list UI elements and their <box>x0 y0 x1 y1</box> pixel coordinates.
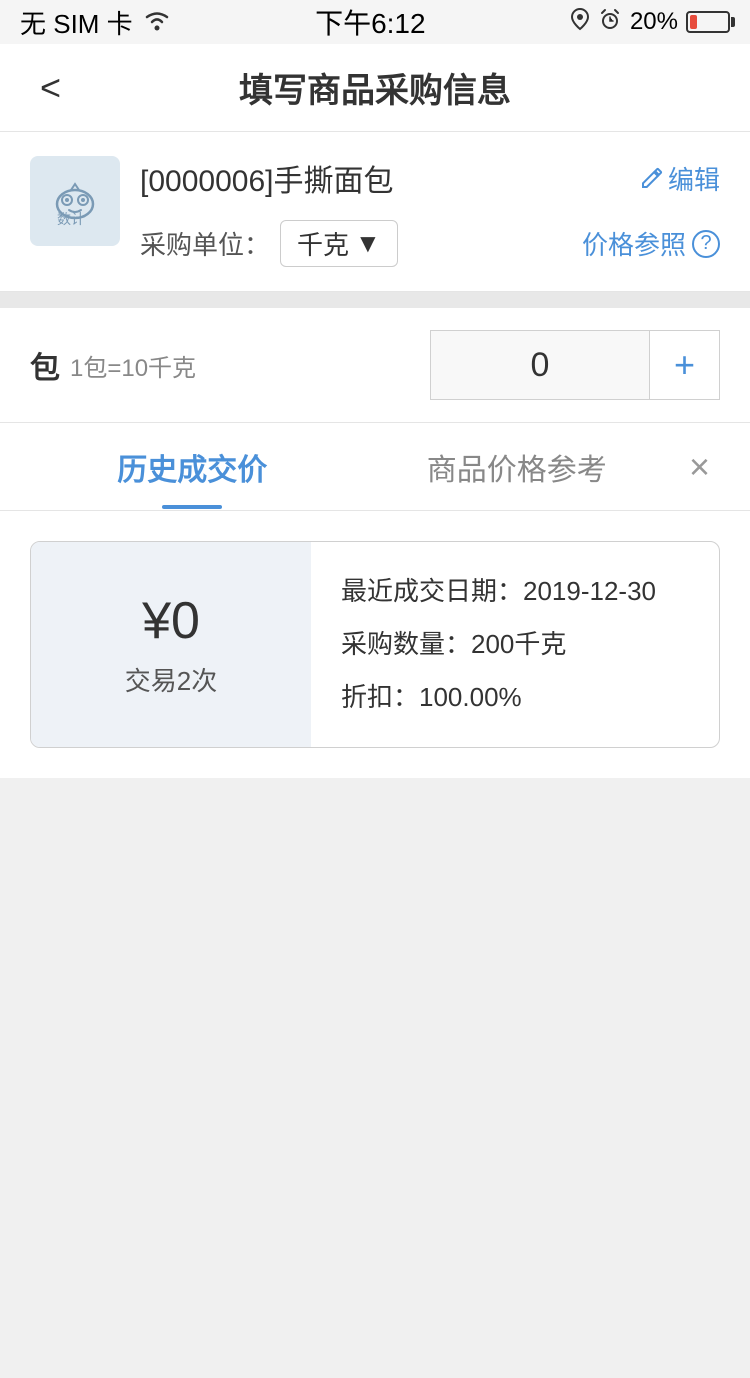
history-card: ¥0 交易2次 最近成交日期：2019-12-30 采购数量：200千克 折扣：… <box>30 541 720 748</box>
wifi-icon <box>143 7 171 38</box>
discount-value: 100.00% <box>419 682 522 712</box>
carrier-text: 无 SIM 卡 <box>20 4 133 41</box>
dropdown-arrow-icon: ▼ <box>355 228 381 259</box>
recent-date-row: 最近成交日期：2019-12-30 <box>341 572 689 611</box>
product-title-row: [0000006]手撕面包 编辑 <box>140 156 720 200</box>
unit-dropdown[interactable]: 千克 ▼ <box>280 220 398 267</box>
product-info: [0000006]手撕面包 编辑 采购单位： 千克 ▼ <box>140 156 720 267</box>
product-card: 数计 [0000006]手撕面包 编辑 采购单位： 千克 <box>0 132 750 292</box>
product-image: 数计 <box>30 156 120 246</box>
tab-price-ref-label: 商品价格参考 <box>427 454 607 487</box>
price-currency: ¥ <box>142 592 171 650</box>
history-price-side: ¥0 交易2次 <box>31 542 311 747</box>
status-left: 无 SIM 卡 <box>20 4 171 41</box>
edit-label: 编辑 <box>668 160 720 197</box>
recent-date-label: 最近成交日期： <box>341 576 523 606</box>
battery-icon <box>686 11 730 33</box>
main-background <box>0 778 750 1378</box>
quantity-plus-button[interactable]: + <box>650 330 720 400</box>
tabs-panel: 历史成交价 商品价格参考 × ¥0 交易2次 最近成交日期：2019-12-30… <box>0 423 750 778</box>
svg-text:数计: 数计 <box>57 211 85 226</box>
purchase-unit-label: 采购单位： <box>140 225 270 262</box>
battery-percentage: 20% <box>630 8 678 36</box>
back-button[interactable]: < <box>30 57 71 119</box>
purchase-unit-left: 采购单位： 千克 ▼ <box>140 220 398 267</box>
tab-price-ref[interactable]: 商品价格参考 <box>354 425 678 509</box>
location-icon <box>570 7 590 38</box>
battery-fill <box>690 15 697 29</box>
purchase-qty-row: 采购数量：200千克 <box>341 625 689 664</box>
price-ref-label: 价格参照 <box>582 225 686 262</box>
product-header: 数计 [0000006]手撕面包 编辑 采购单位： 千克 <box>30 156 720 267</box>
history-times: 交易2次 <box>125 661 217 698</box>
discount-row: 折扣：100.00% <box>341 678 689 717</box>
tabs-header: 历史成交价 商品价格参考 × <box>0 423 750 511</box>
purchase-unit-row: 采购单位： 千克 ▼ 价格参照 ? <box>140 220 720 267</box>
alarm-icon <box>598 7 622 38</box>
tab-content: ¥0 交易2次 最近成交日期：2019-12-30 采购数量：200千克 折扣：… <box>0 511 750 778</box>
recent-date-value: 2019-12-30 <box>523 576 656 606</box>
product-name: [0000006]手撕面包 <box>140 156 393 200</box>
price-ref-icon: ? <box>692 230 720 258</box>
question-icon: ? <box>700 232 711 255</box>
nav-bar: < 填写商品采购信息 <box>0 44 750 132</box>
quantity-row: 包 1包=10千克 0 + <box>0 308 750 423</box>
history-detail-side: 最近成交日期：2019-12-30 采购数量：200千克 折扣：100.00% <box>311 542 719 747</box>
section-divider <box>0 292 750 308</box>
edit-button[interactable]: 编辑 <box>640 160 720 197</box>
purchase-qty-label: 采购数量： <box>341 629 471 659</box>
status-right: 20% <box>570 7 730 38</box>
package-label: 包 <box>30 343 60 387</box>
conversion-label: 1包=10千克 <box>70 348 196 383</box>
tab-history-label: 历史成交价 <box>117 454 267 487</box>
price-value: 0 <box>171 592 200 650</box>
purchase-qty-value: 200千克 <box>471 629 566 659</box>
history-price: ¥0 <box>142 591 200 651</box>
unit-value: 千克 <box>297 225 349 262</box>
tab-history-price[interactable]: 历史成交价 <box>30 425 354 509</box>
quantity-input[interactable]: 0 <box>430 330 650 400</box>
page-title: 填写商品采购信息 <box>239 63 511 112</box>
price-ref-button[interactable]: 价格参照 ? <box>582 225 720 262</box>
tab-close-button[interactable]: × <box>679 436 720 498</box>
status-bar: 无 SIM 卡 下午6:12 20% <box>0 0 750 44</box>
quantity-label: 包 1包=10千克 <box>30 343 196 387</box>
discount-label: 折扣： <box>341 682 419 712</box>
quantity-control: 0 + <box>430 330 720 400</box>
status-time: 下午6:12 <box>315 2 426 42</box>
